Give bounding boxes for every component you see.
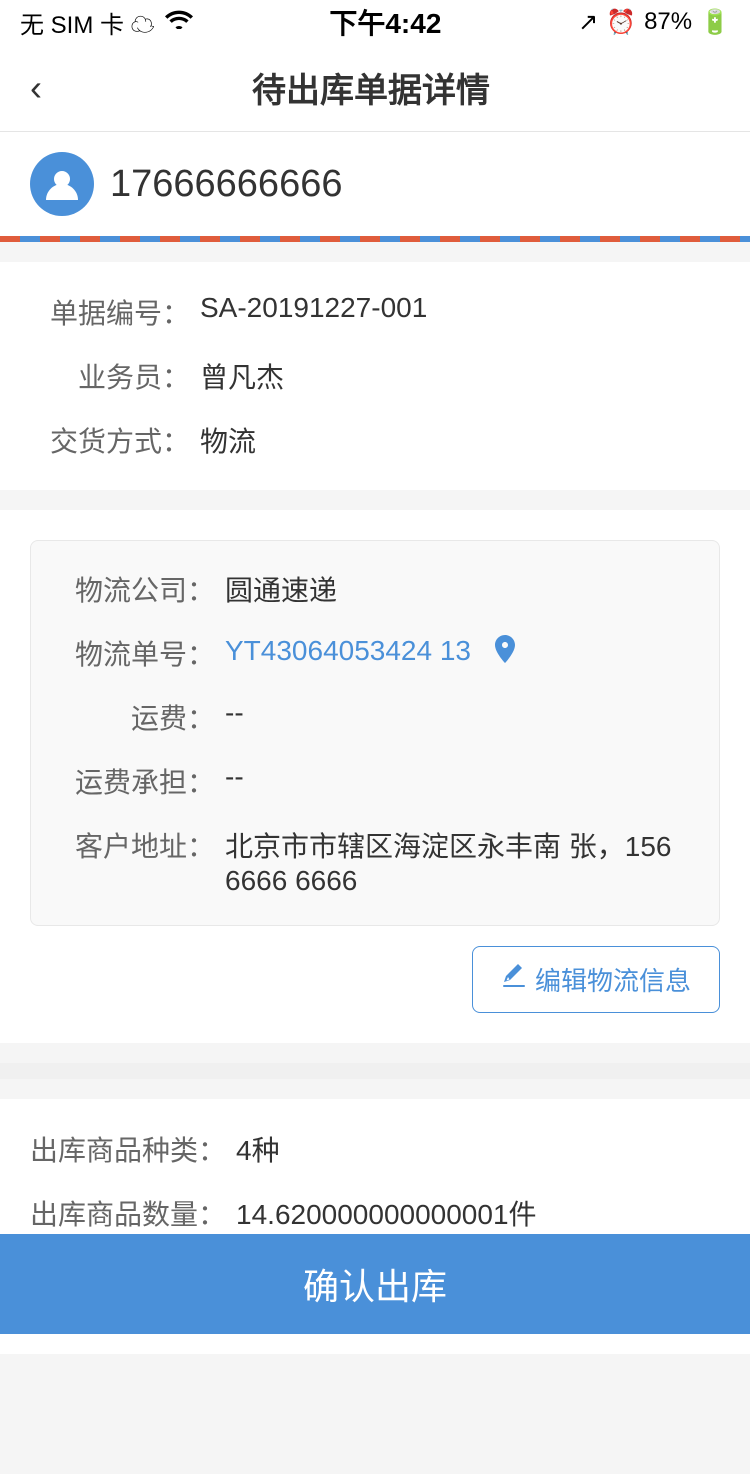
salesman-row: 业务员： 曾凡杰 <box>30 356 720 396</box>
freight-bear-value: -- <box>215 761 695 793</box>
address-row: 客户地址： 北京市市辖区海淀区永丰南 张，156 6666 6666 <box>55 825 695 897</box>
logistics-card: 物流公司： 圆通速递 物流单号： YT43064053424 13 运费： -- <box>30 540 720 926</box>
stock-category-row: 出库商品种类： 4种 <box>30 1129 720 1169</box>
back-button[interactable]: ‹ <box>30 67 42 109</box>
delivery-label: 交货方式： <box>30 420 190 460</box>
stock-quantity-label: 出库商品数量： <box>30 1193 226 1233</box>
alarm-icon: ⏰ <box>606 8 636 37</box>
edit-logistics-button[interactable]: 编辑物流信息 <box>472 946 720 1013</box>
order-info-section: 单据编号： SA-20191227-001 业务员： 曾凡杰 交货方式： 物流 <box>0 262 750 490</box>
section-divider <box>0 1063 750 1079</box>
freight-bear-label: 运费承担： <box>55 761 215 801</box>
tracking-value: YT43064053424 13 <box>215 633 695 672</box>
confirm-button-label: 确认出库 <box>303 1258 447 1310</box>
battery-text: 87% <box>644 8 692 36</box>
order-number-value: SA-20191227-001 <box>190 292 720 324</box>
user-icon <box>44 166 80 202</box>
freight-bear-row: 运费承担： -- <box>55 761 695 801</box>
location-icon: ↗ <box>578 8 598 37</box>
stock-category-value: 4种 <box>226 1129 720 1169</box>
address-label: 客户地址： <box>55 825 215 865</box>
freight-label: 运费： <box>55 697 215 737</box>
tracking-label: 物流单号： <box>55 633 215 673</box>
delivery-row: 交货方式： 物流 <box>30 420 720 460</box>
location-pin-icon[interactable] <box>489 633 521 672</box>
logistics-company-row: 物流公司： 圆通速递 <box>55 569 695 609</box>
avatar <box>30 152 94 216</box>
logistics-section: 物流公司： 圆通速递 物流单号： YT43064053424 13 运费： -- <box>0 510 750 1043</box>
delivery-value: 物流 <box>190 420 720 460</box>
address-value: 北京市市辖区海淀区永丰南 张，156 6666 6666 <box>215 825 695 897</box>
edit-icon <box>501 963 527 996</box>
logistics-company-value: 圆通速递 <box>215 569 695 609</box>
status-bar: 无 SIM 卡 ☁ 下午4:42 ↗ ⏰ 87% 🔋 <box>0 0 750 44</box>
edit-logistics-container: 编辑物流信息 <box>30 946 720 1013</box>
dashed-separator <box>0 236 750 242</box>
edit-logistics-label: 编辑物流信息 <box>535 961 691 998</box>
status-left: 无 SIM 卡 ☁ <box>20 5 193 40</box>
sim-text: 无 SIM 卡 ☁ <box>20 5 155 40</box>
wifi-icon <box>165 8 193 36</box>
stock-quantity-value: 14.620000000000001件 <box>226 1193 720 1233</box>
battery-icon: 🔋 <box>700 8 730 37</box>
salesman-value: 曾凡杰 <box>190 356 720 396</box>
customer-row: 17666666666 <box>0 132 750 236</box>
freight-row: 运费： -- <box>55 697 695 737</box>
nav-bar: ‹ 待出库单据详情 <box>0 44 750 132</box>
order-number-row: 单据编号： SA-20191227-001 <box>30 292 720 332</box>
freight-value: -- <box>215 697 695 729</box>
customer-phone: 17666666666 <box>110 163 342 206</box>
stock-quantity-row: 出库商品数量： 14.620000000000001件 <box>30 1193 720 1233</box>
logistics-company-label: 物流公司： <box>55 569 215 609</box>
order-number-label: 单据编号： <box>30 292 190 332</box>
tracking-number-row: 物流单号： YT43064053424 13 <box>55 633 695 673</box>
salesman-label: 业务员： <box>30 356 190 396</box>
status-right: ↗ ⏰ 87% 🔋 <box>578 8 730 37</box>
stock-category-label: 出库商品种类： <box>30 1129 226 1169</box>
page-title: 待出库单据详情 <box>62 63 680 112</box>
status-time: 下午4:42 <box>329 2 441 42</box>
confirm-bar[interactable]: 确认出库 <box>0 1234 750 1334</box>
